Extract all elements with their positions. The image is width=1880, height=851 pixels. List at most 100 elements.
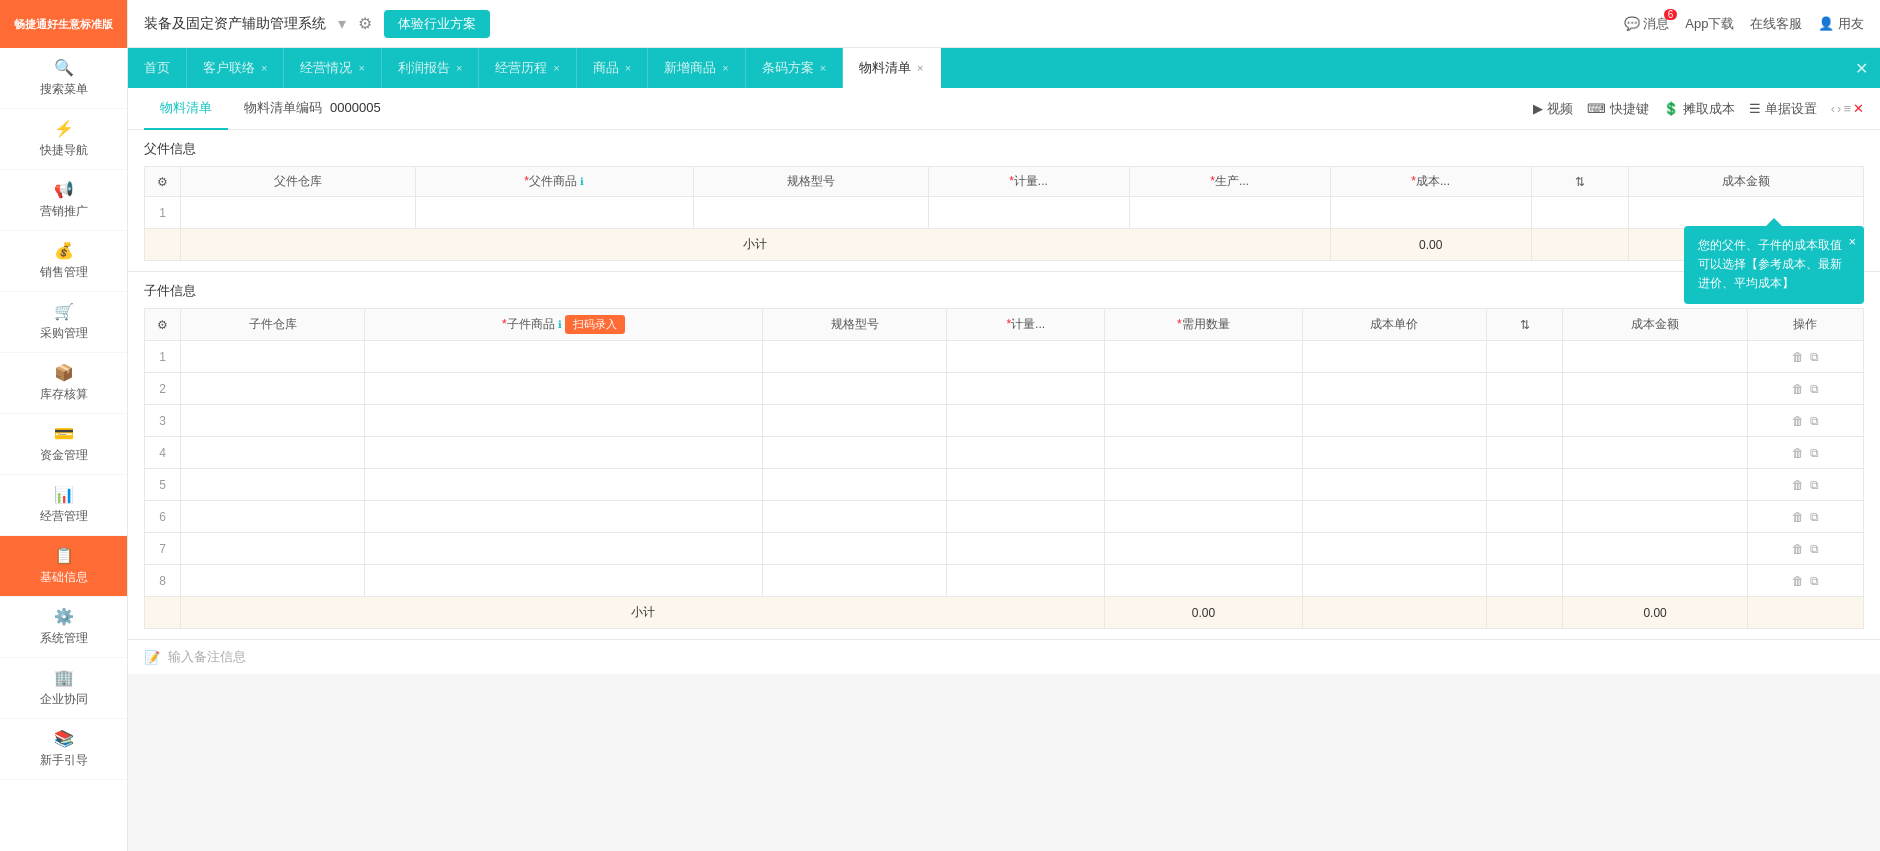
nav-tab-home[interactable]: 首页 — [128, 48, 187, 88]
nav-tab-history[interactable]: 经营历程× — [479, 48, 576, 88]
child-row-4-spec[interactable] — [763, 437, 947, 469]
parent-col-gear[interactable]: ⚙ — [145, 167, 181, 197]
trial-btn[interactable]: 体验行业方案 — [384, 10, 490, 38]
cost-action[interactable]: 💲 摊取成本 — [1663, 100, 1735, 118]
child-row-8-delete-icon[interactable]: 🗑 — [1792, 574, 1804, 588]
shortcut-action[interactable]: ⌨ 快捷键 — [1587, 100, 1649, 118]
nav-tab-goods[interactable]: 商品× — [577, 48, 648, 88]
child-row-3-spec[interactable] — [763, 405, 947, 437]
user-avatar[interactable]: 👤 用友 — [1818, 15, 1864, 33]
close-all-tabs-btn[interactable]: ✕ — [1843, 59, 1880, 78]
child-row-6-spec[interactable] — [763, 501, 947, 533]
child-row-3-copy-icon[interactable]: ⧉ — [1810, 414, 1819, 428]
scan-btn[interactable]: 扫码录入 — [565, 315, 625, 334]
parent-row-1-spec[interactable] — [693, 197, 928, 229]
child-row-5-unit[interactable] — [947, 469, 1105, 501]
child-row-2-warehouse[interactable] — [181, 373, 365, 405]
prev-page-btn[interactable]: ‹ — [1831, 101, 1835, 116]
child-row-3-delete-icon[interactable]: 🗑 — [1792, 414, 1804, 428]
sub-tab-bom-code[interactable]: 物料清单编码 0000005 — [228, 88, 397, 130]
sidebar-item-sales[interactable]: 💰销售管理 — [0, 231, 127, 292]
child-row-2-qty[interactable] — [1105, 373, 1302, 405]
parent-row-1-production[interactable] — [1129, 197, 1330, 229]
sidebar-item-inventory[interactable]: 📦库存核算 — [0, 353, 127, 414]
nav-tab-close-new-goods[interactable]: × — [722, 62, 728, 74]
child-row-7-unit-cost[interactable] — [1302, 533, 1486, 565]
child-row-8-product[interactable] — [365, 565, 763, 597]
child-row-1-qty[interactable] — [1105, 341, 1302, 373]
child-row-4-product[interactable] — [365, 437, 763, 469]
nav-tab-close-customer[interactable]: × — [261, 62, 267, 74]
child-row-8-warehouse[interactable] — [181, 565, 365, 597]
child-row-6-delete-icon[interactable]: 🗑 — [1792, 510, 1804, 524]
sidebar-item-finance[interactable]: 💳资金管理 — [0, 414, 127, 475]
nav-tab-profit[interactable]: 利润报告× — [382, 48, 479, 88]
child-row-5-spec[interactable] — [763, 469, 947, 501]
message-badge[interactable]: 💬 消息 6 — [1624, 15, 1670, 33]
child-row-8-spec[interactable] — [763, 565, 947, 597]
child-row-1-unit[interactable] — [947, 341, 1105, 373]
child-row-3-product[interactable] — [365, 405, 763, 437]
child-row-8-unit[interactable] — [947, 565, 1105, 597]
child-row-2-product[interactable] — [365, 373, 763, 405]
sidebar-item-enterprise[interactable]: 🏢企业协同 — [0, 658, 127, 719]
child-row-1-copy-icon[interactable]: ⧉ — [1810, 350, 1819, 364]
nav-tab-close-barcode[interactable]: × — [820, 62, 826, 74]
child-row-4-warehouse[interactable] — [181, 437, 365, 469]
child-col-gear[interactable]: ⚙ — [145, 309, 181, 341]
sidebar-item-base-info[interactable]: 📋基础信息 — [0, 536, 127, 597]
nav-tab-customer[interactable]: 客户联络× — [187, 48, 284, 88]
app-download-link[interactable]: App下载 — [1685, 15, 1734, 33]
nav-tab-operations[interactable]: 经营情况× — [284, 48, 381, 88]
child-row-2-spec[interactable] — [763, 373, 947, 405]
nav-tab-bom[interactable]: 物料清单× — [843, 48, 940, 88]
child-row-2-unit-cost[interactable] — [1302, 373, 1486, 405]
menu-icon[interactable]: ≡ — [1843, 101, 1851, 116]
sidebar-item-search[interactable]: 🔍搜索菜单 — [0, 48, 127, 109]
online-service-link[interactable]: 在线客服 — [1750, 15, 1802, 33]
child-row-2-delete-icon[interactable]: 🗑 — [1792, 382, 1804, 396]
sidebar-item-sys-mgmt[interactable]: ⚙️系统管理 — [0, 597, 127, 658]
nav-tab-close-history[interactable]: × — [553, 62, 559, 74]
child-row-6-unit-cost[interactable] — [1302, 501, 1486, 533]
child-row-2-copy-icon[interactable]: ⧉ — [1810, 382, 1819, 396]
child-row-7-product[interactable] — [365, 533, 763, 565]
child-row-7-unit[interactable] — [947, 533, 1105, 565]
parent-row-1-unit[interactable] — [928, 197, 1129, 229]
child-row-4-delete-icon[interactable]: 🗑 — [1792, 446, 1804, 460]
child-row-4-qty[interactable] — [1105, 437, 1302, 469]
nav-tab-close-bom[interactable]: × — [917, 62, 923, 74]
child-row-6-warehouse[interactable] — [181, 501, 365, 533]
nav-tab-new-goods[interactable]: 新增商品× — [648, 48, 745, 88]
child-row-1-delete-icon[interactable]: 🗑 — [1792, 350, 1804, 364]
child-row-3-unit-cost[interactable] — [1302, 405, 1486, 437]
child-row-7-spec[interactable] — [763, 533, 947, 565]
child-row-6-unit[interactable] — [947, 501, 1105, 533]
child-row-1-unit-cost[interactable] — [1302, 341, 1486, 373]
child-row-5-warehouse[interactable] — [181, 469, 365, 501]
sidebar-item-quick-nav[interactable]: ⚡快捷导航 — [0, 109, 127, 170]
sidebar-item-purchase[interactable]: 🛒采购管理 — [0, 292, 127, 353]
child-row-5-delete-icon[interactable]: 🗑 — [1792, 478, 1804, 492]
sidebar-item-operations[interactable]: 📊经营管理 — [0, 475, 127, 536]
next-page-btn[interactable]: › — [1837, 101, 1841, 116]
sidebar-item-new-guide[interactable]: 📚新手引导 — [0, 719, 127, 780]
sidebar-item-marketing[interactable]: 📢营销推广 — [0, 170, 127, 231]
child-row-5-product[interactable] — [365, 469, 763, 501]
nav-tab-close-profit[interactable]: × — [456, 62, 462, 74]
child-row-1-product[interactable] — [365, 341, 763, 373]
nav-tab-close-operations[interactable]: × — [358, 62, 364, 74]
child-row-8-unit-cost[interactable] — [1302, 565, 1486, 597]
child-row-1-warehouse[interactable] — [181, 341, 365, 373]
settings-icon[interactable]: ⚙ — [358, 14, 372, 33]
nav-tab-barcode[interactable]: 条码方案× — [746, 48, 843, 88]
video-action[interactable]: ▶ 视频 — [1533, 100, 1573, 118]
child-row-4-copy-icon[interactable]: ⧉ — [1810, 446, 1819, 460]
child-row-3-warehouse[interactable] — [181, 405, 365, 437]
close-tab-btn[interactable]: ✕ — [1853, 101, 1864, 116]
tooltip-close-btn[interactable]: × — [1848, 232, 1856, 253]
child-row-5-unit-cost[interactable] — [1302, 469, 1486, 501]
child-row-8-copy-icon[interactable]: ⧉ — [1810, 574, 1819, 588]
child-row-3-unit[interactable] — [947, 405, 1105, 437]
child-row-6-copy-icon[interactable]: ⧉ — [1810, 510, 1819, 524]
